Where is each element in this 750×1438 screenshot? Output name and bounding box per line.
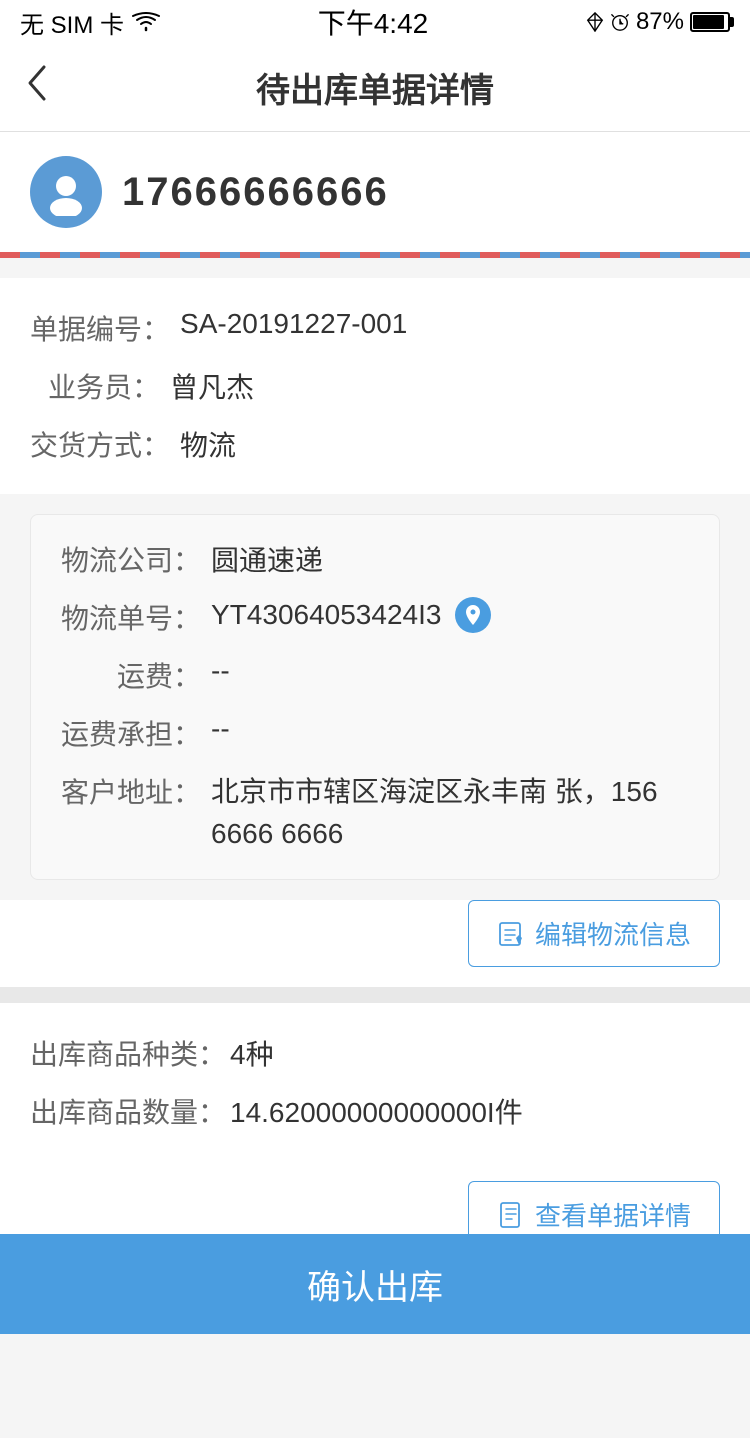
nav-bar: 待出库单据详情 (0, 44, 750, 132)
salesman-value: 曾凡杰 (170, 366, 720, 406)
salesman-row: 业务员： 曾凡杰 (30, 366, 720, 406)
delivery-row: 交货方式： 物流 (30, 424, 720, 464)
confirm-button[interactable]: 确认出库 (0, 1234, 750, 1334)
goods-types-label: 出库商品种类： (30, 1033, 230, 1073)
order-info-section: 单据编号： SA-20191227-001 业务员： 曾凡杰 交货方式： 物流 (0, 278, 750, 494)
logistics-freight-bearer-value: -- (211, 713, 689, 745)
page-title: 待出库单据详情 (256, 63, 494, 112)
logistics-tracking-value: YT43064053424I3 (211, 597, 689, 633)
section-separator (0, 987, 750, 1003)
logistics-tracking-row: 物流单号： YT43064053424I3 (61, 597, 689, 637)
logistics-freight-bearer-label: 运费承担： (61, 713, 211, 753)
dashed-divider (0, 252, 750, 258)
status-time: 下午4:42 (318, 2, 429, 42)
stats-section: 出库商品种类： 4种 出库商品数量： 14.62000000000000I件 (0, 1003, 750, 1161)
alarm-icon (610, 12, 630, 32)
delivery-label: 交货方式： (30, 424, 180, 464)
confirm-button-label: 确认出库 (307, 1260, 443, 1309)
logistics-freight-label: 运费： (61, 655, 211, 695)
order-no-label: 单据编号： (30, 308, 180, 348)
logistics-address-label: 客户地址： (61, 771, 211, 811)
salesman-label: 业务员： (30, 366, 170, 406)
goods-quantity-label: 出库商品数量： (30, 1091, 230, 1131)
user-header: 17666666666 (0, 132, 750, 252)
carrier-label: 无 SIM 卡 (20, 5, 124, 40)
delivery-value: 物流 (180, 424, 720, 464)
goods-types-row: 出库商品种类： 4种 (30, 1033, 720, 1073)
logistics-tracking-label: 物流单号： (61, 597, 211, 637)
edit-icon (497, 920, 525, 948)
order-no-row: 单据编号： SA-20191227-001 (30, 308, 720, 348)
back-button[interactable] (24, 63, 48, 112)
logistics-address-value: 北京市市辖区海淀区永丰南 张，156 6666 6666 (211, 771, 689, 855)
battery-percent: 87% (636, 8, 684, 36)
edit-logistics-button[interactable]: 编辑物流信息 (468, 900, 720, 967)
logistics-box: 物流公司： 圆通速递 物流单号： YT43064053424I3 运费： -- … (30, 514, 720, 880)
logistics-freight-value: -- (211, 655, 689, 687)
logistics-company-row: 物流公司： 圆通速递 (61, 539, 689, 579)
document-icon (497, 1201, 525, 1229)
edit-btn-container: 编辑物流信息 (0, 900, 750, 987)
logistics-company-label: 物流公司： (61, 539, 211, 579)
goods-types-value: 4种 (230, 1033, 274, 1073)
goods-quantity-row: 出库商品数量： 14.62000000000000I件 (30, 1091, 720, 1131)
tracking-location-icon[interactable] (455, 597, 491, 633)
logistics-freight-bearer-row: 运费承担： -- (61, 713, 689, 753)
user-avatar (30, 156, 102, 228)
status-left: 无 SIM 卡 (20, 5, 160, 40)
status-right: 87% (586, 8, 730, 36)
goods-quantity-value: 14.62000000000000I件 (230, 1091, 523, 1131)
edit-logistics-label: 编辑物流信息 (535, 915, 691, 952)
logistics-company-value: 圆通速递 (211, 539, 689, 579)
view-details-label: 查看单据详情 (535, 1196, 691, 1233)
location-status-icon (586, 12, 604, 32)
wifi-icon (132, 12, 160, 32)
battery-icon (690, 12, 730, 32)
order-no-value: SA-20191227-001 (180, 308, 720, 340)
user-phone: 17666666666 (122, 170, 389, 215)
logistics-address-row: 客户地址： 北京市市辖区海淀区永丰南 张，156 6666 6666 (61, 771, 689, 855)
status-bar: 无 SIM 卡 下午4:42 87% (0, 0, 750, 44)
logistics-freight-row: 运费： -- (61, 655, 689, 695)
